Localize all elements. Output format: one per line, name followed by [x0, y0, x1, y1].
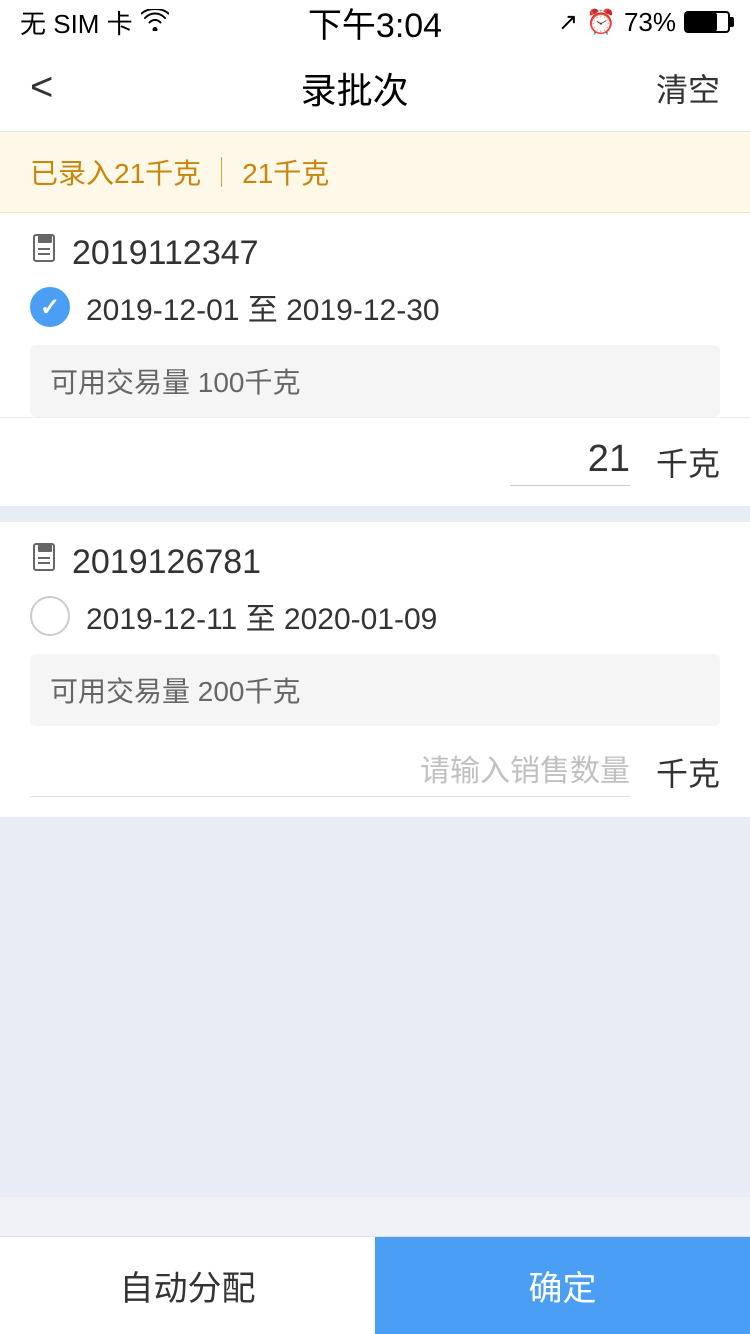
summary-value: 21千克	[242, 152, 329, 192]
batch-2-input-row: 请输入销售数量 千克	[0, 726, 750, 817]
batch-2-header: 2019126781	[30, 542, 720, 582]
back-button[interactable]: <	[30, 65, 53, 110]
batch-1-date: 2019-12-01 至 2019-12-30	[86, 285, 440, 329]
batch-1-date-row[interactable]: 2019-12-01 至 2019-12-30	[30, 285, 720, 329]
batch-2-avail-box: 可用交易量 200千克	[30, 654, 720, 726]
batch-1-item: 2019112347 2019-12-01 至 2019-12-30 可用交易量…	[0, 213, 750, 417]
batch-2-date-row[interactable]: 2019-12-11 至 2020-01-09	[30, 594, 720, 638]
batch-2-id: 2019126781	[72, 543, 261, 582]
batch-2-item: 2019126781 2019-12-11 至 2020-01-09 可用交易量…	[0, 522, 750, 726]
status-bar: 无 SIM 卡 下午3:04 ↗ ⏰ 73%	[0, 0, 750, 44]
batch-1-avail-box: 可用交易量 100千克	[30, 345, 720, 417]
location-icon: ↗	[558, 8, 578, 37]
battery-icon	[684, 11, 730, 33]
confirm-button[interactable]: 确定	[375, 1237, 750, 1334]
wifi-icon	[141, 7, 169, 38]
batch-1-id: 2019112347	[72, 234, 259, 273]
batch-2-avail-text: 可用交易量 200千克	[50, 676, 301, 707]
summary-divider	[221, 157, 222, 187]
clear-button[interactable]: 清空	[656, 65, 720, 111]
status-right: ↗ ⏰ 73%	[558, 7, 730, 38]
batch-1-quantity-value[interactable]: 21	[588, 438, 630, 481]
batch-2-icon	[30, 542, 62, 582]
batch-1-quantity-row: 21 千克	[0, 417, 750, 506]
batch-1-avail-text: 可用交易量 100千克	[50, 367, 301, 398]
nav-bar: < 录批次 清空	[0, 44, 750, 132]
batch-1-quantity-unit: 千克	[656, 439, 720, 485]
batch-1-section: 2019112347 2019-12-01 至 2019-12-30 可用交易量…	[0, 213, 750, 506]
batch-1-quantity-wrapper: 21	[510, 438, 630, 486]
section-divider-1	[0, 506, 750, 522]
status-left: 无 SIM 卡	[20, 4, 169, 41]
batch-1-icon	[30, 233, 62, 273]
status-time: 下午3:04	[308, 0, 442, 47]
empty-content-area	[0, 817, 750, 1197]
batch-2-section: 2019126781 2019-12-11 至 2020-01-09 可用交易量…	[0, 522, 750, 817]
summary-banner: 已录入21千克 21千克	[0, 132, 750, 213]
auto-distribute-button[interactable]: 自动分配	[0, 1237, 375, 1334]
batch-2-input-wrapper[interactable]: 请输入销售数量	[30, 746, 630, 797]
batch-2-input-placeholder[interactable]: 请输入销售数量	[420, 746, 630, 790]
alarm-icon: ⏰	[586, 8, 616, 37]
carrier-text: 无 SIM 卡	[20, 4, 133, 41]
batch-2-date: 2019-12-11 至 2020-01-09	[86, 594, 437, 638]
battery-percent: 73%	[624, 7, 676, 38]
bottom-bar: 自动分配 确定	[0, 1236, 750, 1334]
page-title: 录批次	[301, 62, 409, 114]
batch-1-header: 2019112347	[30, 233, 720, 273]
batch-1-radio[interactable]	[30, 287, 70, 327]
batch-2-radio[interactable]	[30, 596, 70, 636]
batch-2-input-unit: 千克	[656, 749, 720, 795]
recorded-label: 已录入21千克	[30, 152, 201, 192]
